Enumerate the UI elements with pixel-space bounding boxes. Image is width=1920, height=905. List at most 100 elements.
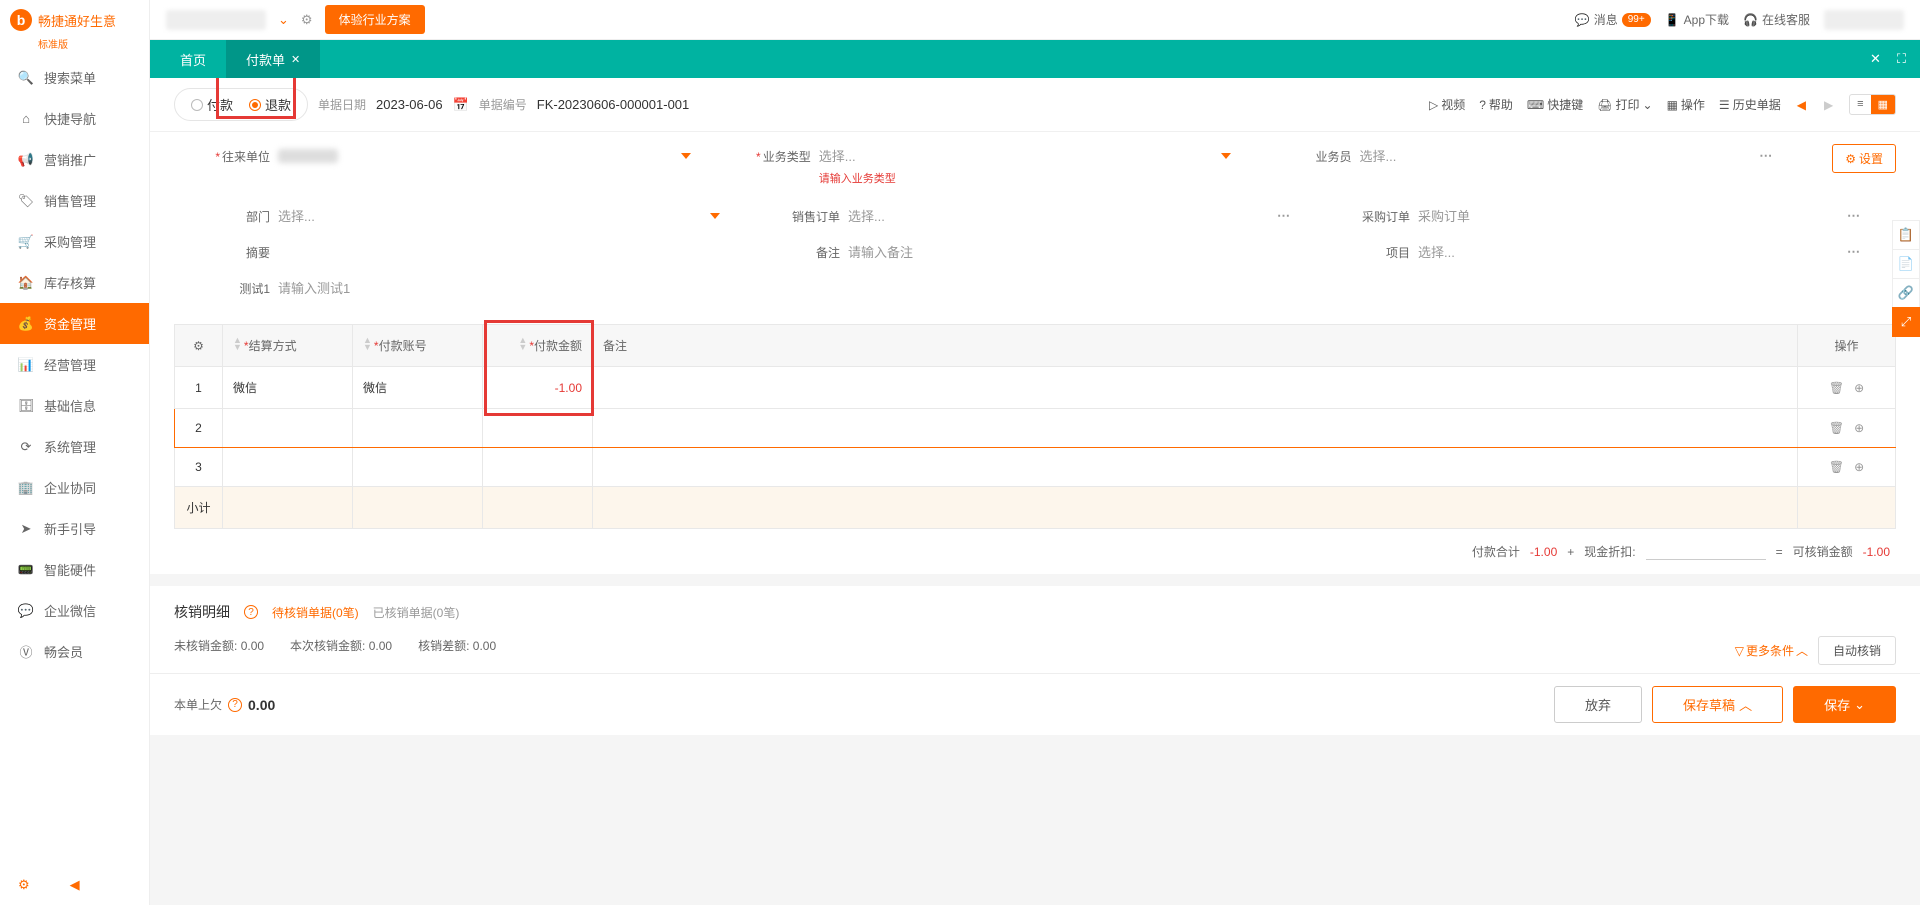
col-settings[interactable]: ⚙ <box>175 325 223 367</box>
tabbar-close-icon[interactable]: ✕ <box>1866 47 1885 71</box>
app-download-link[interactable]: 📱 App下载 <box>1665 11 1729 28</box>
tab-home[interactable]: 首页 <box>160 40 226 78</box>
cell-settle[interactable] <box>223 409 353 448</box>
view-list-icon[interactable]: ≡ <box>1850 95 1870 114</box>
sidebar-item-6[interactable]: 💰资金管理 <box>0 303 149 344</box>
sales-order-select[interactable]: 选择... <box>848 204 1290 228</box>
side-link-icon[interactable]: 🔗 <box>1892 278 1920 308</box>
tab-payment[interactable]: 付款单 ✕ <box>226 40 320 78</box>
view-grid-icon[interactable]: ▦ <box>1871 95 1895 114</box>
video-link[interactable]: ▷视频 <box>1429 96 1465 113</box>
more-label: 更多条件 <box>1746 642 1794 659</box>
support-link[interactable]: 🎧 在线客服 <box>1743 11 1810 28</box>
cell-remark[interactable] <box>593 367 1798 409</box>
cell-account[interactable]: 微信 <box>353 367 483 409</box>
sidebar-item-2[interactable]: 📢营销推广 <box>0 139 149 180</box>
cell-account[interactable] <box>353 409 483 448</box>
cell-remark[interactable] <box>593 448 1798 487</box>
sidebar-item-10[interactable]: 🏢企业协同 <box>0 467 149 508</box>
remark-input[interactable]: 请输入备注 <box>848 240 1290 264</box>
salesperson-select[interactable]: 选择... <box>1359 144 1772 168</box>
more-conditions-link[interactable]: ▽更多条件︿ <box>1735 642 1808 659</box>
cell-account[interactable] <box>353 448 483 487</box>
print-link[interactable]: 🖨打印⌄ <box>1597 96 1652 113</box>
sidebar-item-3[interactable]: 🏷销售管理 <box>0 180 149 221</box>
purchase-order-select[interactable]: 采购订单 <box>1418 204 1860 228</box>
sidebar-item-13[interactable]: 💬企业微信 <box>0 590 149 631</box>
cell-amount[interactable]: -1.00 <box>483 367 593 409</box>
save-draft-button[interactable]: 保存草稿︿ <box>1652 686 1783 723</box>
help-icon[interactable]: ? <box>228 698 242 712</box>
test1-input[interactable]: 请输入测试1 <box>278 276 720 300</box>
calendar-icon[interactable]: 📅 <box>453 97 469 113</box>
radio-payment[interactable]: 付款 <box>185 93 239 116</box>
chevron-down-icon[interactable]: ⌄ <box>278 12 289 28</box>
fullscreen-icon[interactable]: ⛶ <box>1893 47 1910 71</box>
hotkey-link[interactable]: ⌨快捷键 <box>1527 96 1583 113</box>
cell-settle[interactable]: 微信 <box>223 367 353 409</box>
sidebar-item-4[interactable]: 🛒采购管理 <box>0 221 149 262</box>
sidebar-item-14[interactable]: Ⓥ畅会员 <box>0 631 149 672</box>
doc-no-label: 单据编号 <box>479 96 527 113</box>
user-menu[interactable] <box>1824 10 1904 30</box>
history-link[interactable]: ☰历史单据 <box>1719 96 1781 113</box>
org-selector[interactable] <box>166 10 266 30</box>
help-link[interactable]: ?帮助 <box>1479 96 1513 113</box>
side-expand-icon[interactable]: ⤢ <box>1892 307 1920 337</box>
prev-doc-icon[interactable]: ◀ <box>1795 98 1808 112</box>
messages-link[interactable]: 💬 消息 99+ <box>1575 11 1651 28</box>
cell-settle[interactable] <box>223 448 353 487</box>
collapse-icon[interactable]: ◀ <box>70 877 80 893</box>
delete-icon[interactable]: 🗑 <box>1829 421 1844 435</box>
settings-button[interactable]: ⚙设置 <box>1832 144 1896 173</box>
delete-icon[interactable]: 🗑 <box>1829 460 1844 474</box>
help-icon[interactable]: ? <box>244 605 258 619</box>
cell-amount[interactable] <box>483 409 593 448</box>
field-purchase-order: 采购订单 采购订单 <box>1330 204 1860 228</box>
next-doc-icon[interactable]: ▶ <box>1822 98 1835 112</box>
col-remark[interactable]: 备注 <box>593 325 1798 367</box>
operate-link[interactable]: ▦操作 <box>1667 96 1705 113</box>
sidebar-item-1[interactable]: ⌂快捷导航 <box>0 98 149 139</box>
col-amount[interactable]: ▲▼*付款金额 <box>483 325 593 367</box>
tab-done[interactable]: 已核销单据(0笔) <box>373 604 460 621</box>
help-label: 帮助 <box>1489 96 1513 113</box>
discount-input[interactable] <box>1646 544 1766 560</box>
delete-icon[interactable]: 🗑 <box>1829 381 1844 395</box>
discard-button[interactable]: 放弃 <box>1554 686 1642 723</box>
sidebar-item-12[interactable]: 📟智能硬件 <box>0 549 149 590</box>
date-value[interactable]: 2023-06-06 <box>376 97 443 112</box>
summary-input[interactable] <box>278 240 720 264</box>
sidebar-item-11[interactable]: ➤新手引导 <box>0 508 149 549</box>
table-row[interactable]: 2 🗑⊕ <box>175 409 1896 448</box>
dept-select[interactable]: 选择... <box>278 204 720 228</box>
add-icon[interactable]: ⊕ <box>1854 381 1864 395</box>
sidebar-item-5[interactable]: 🏠库存核算 <box>0 262 149 303</box>
promo-button[interactable]: 体验行业方案 <box>325 5 425 34</box>
gear-icon[interactable]: ⚙ <box>301 12 313 28</box>
table-row[interactable]: 3 🗑⊕ <box>175 448 1896 487</box>
remark-label: 备注 <box>760 244 840 261</box>
partner-select[interactable] <box>278 144 691 168</box>
side-note-icon[interactable]: 📋 <box>1892 220 1920 250</box>
biztype-select[interactable]: 选择... <box>819 144 1232 168</box>
radio-refund[interactable]: 退款 <box>243 93 297 116</box>
settings-icon[interactable]: ⚙ <box>18 877 30 893</box>
tab-pending[interactable]: 待核销单据(0笔) <box>272 604 359 621</box>
add-icon[interactable]: ⊕ <box>1854 460 1864 474</box>
side-doc-icon[interactable]: 📄 <box>1892 249 1920 279</box>
auto-verify-button[interactable]: 自动核销 <box>1818 636 1896 665</box>
col-account[interactable]: ▲▼*付款账号 <box>353 325 483 367</box>
save-button[interactable]: 保存⌄ <box>1793 686 1896 723</box>
add-icon[interactable]: ⊕ <box>1854 421 1864 435</box>
table-row[interactable]: 1 微信 微信 -1.00 🗑⊕ <box>175 367 1896 409</box>
cell-amount[interactable] <box>483 448 593 487</box>
sidebar-item-0[interactable]: 🔍搜索菜单 <box>0 57 149 98</box>
sidebar-item-9[interactable]: ⟳系统管理 <box>0 426 149 467</box>
sidebar-item-7[interactable]: 📊经营管理 <box>0 344 149 385</box>
cell-remark[interactable] <box>593 409 1798 448</box>
sidebar-item-8[interactable]: 🗄基础信息 <box>0 385 149 426</box>
col-settle[interactable]: ▲▼*结算方式 <box>223 325 353 367</box>
project-select[interactable]: 选择... <box>1418 240 1860 264</box>
close-icon[interactable]: ✕ <box>291 53 300 66</box>
